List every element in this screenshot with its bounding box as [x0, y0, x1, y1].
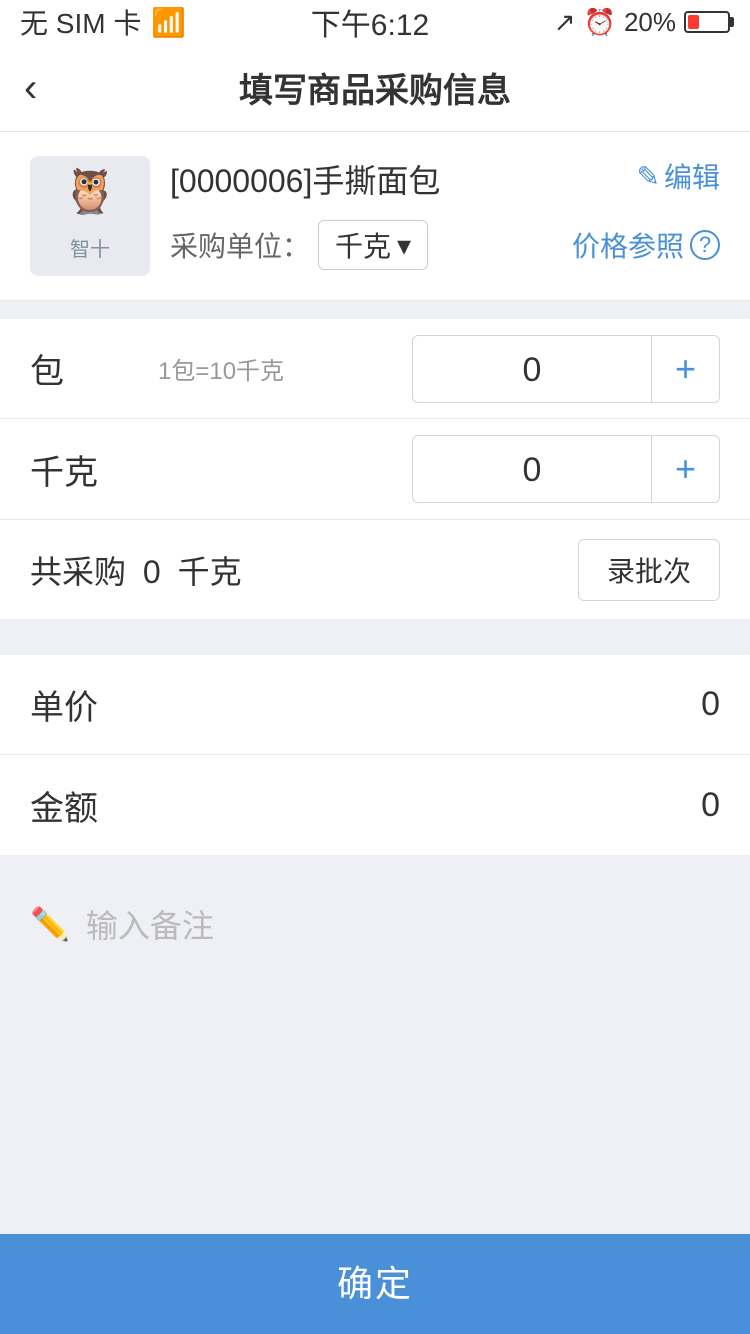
price-ref-button[interactable]: 价格参照 ? — [572, 225, 720, 265]
location-icon: ↗ — [554, 7, 576, 38]
section-divider-2 — [0, 619, 750, 637]
brand-logo: 🦉智十 — [63, 165, 118, 267]
dropdown-icon: ▾ — [397, 229, 411, 262]
kg-number-input[interactable]: 0 — [412, 435, 652, 503]
main-spacer — [0, 975, 750, 1255]
price-ref-help-icon: ? — [690, 230, 720, 260]
unit-price-row: 单价 0 — [0, 655, 750, 755]
battery-percent: 20% — [624, 7, 676, 38]
amount-row: 金额 0 — [0, 755, 750, 855]
bag-number-input[interactable]: 0 — [412, 335, 652, 403]
unit-value: 千克 — [335, 225, 391, 265]
remarks-placeholder: 输入备注 — [86, 901, 214, 947]
product-info: [0000006]手撕面包 ✎ 编辑 采购单位： 千克 ▾ 价格参照 ? — [170, 156, 720, 270]
back-button[interactable]: ‹ — [24, 68, 37, 108]
price-section: 单价 0 金额 0 — [0, 655, 750, 855]
status-left: 无 SIM 卡 📶 — [20, 2, 186, 42]
kg-plus-button[interactable]: + — [652, 435, 720, 503]
status-time: 下午6:12 — [311, 0, 429, 44]
total-summary: 共采购 0 千克 — [30, 547, 242, 593]
status-right: ↗ ⏰ 20% — [554, 7, 730, 38]
unit-price-label: 单价 — [30, 680, 98, 729]
batch-button[interactable]: 录批次 — [578, 539, 720, 601]
pencil-icon: ✏️ — [30, 905, 70, 943]
product-unit-row: 采购单位： 千克 ▾ 价格参照 ? — [170, 220, 720, 270]
remarks-section[interactable]: ✏️ 输入备注 — [0, 873, 750, 975]
product-header: [0000006]手撕面包 ✎ 编辑 — [170, 156, 720, 202]
carrier-label: 无 SIM 卡 — [20, 2, 141, 42]
total-label: 共采购 — [30, 554, 126, 590]
product-card: 🦉智十 [0000006]手撕面包 ✎ 编辑 采购单位： 千克 ▾ 价格参照 ? — [0, 132, 750, 301]
section-divider-1 — [0, 301, 750, 319]
nav-bar: ‹ 填写商品采购信息 — [0, 44, 750, 132]
kg-input-control: 0 + — [150, 435, 720, 503]
kg-input-row: 千克 0 + — [0, 419, 750, 519]
bag-input-row: 包 1包=10千克 0 + — [0, 319, 750, 419]
product-image: 🦉智十 — [30, 156, 150, 276]
alarm-icon: ⏰ — [584, 7, 616, 38]
edit-icon: ✎ — [637, 160, 660, 193]
unit-label: 采购单位： — [170, 225, 310, 265]
unit-select-button[interactable]: 千克 ▾ — [318, 220, 428, 270]
total-row: 共采购 0 千克 录批次 — [0, 519, 750, 619]
status-bar: 无 SIM 卡 📶 下午6:12 ↗ ⏰ 20% — [0, 0, 750, 44]
product-name: [0000006]手撕面包 — [170, 156, 440, 202]
edit-button[interactable]: ✎ 编辑 — [637, 156, 720, 196]
bag-plus-button[interactable]: + — [652, 335, 720, 403]
total-value: 0 — [143, 554, 161, 590]
amount-value: 0 — [701, 786, 720, 825]
battery-bar — [684, 11, 730, 33]
bag-sub-label: 1包=10千克 — [158, 351, 284, 386]
bag-label: 包 — [30, 344, 150, 393]
unit-price-value: 0 — [701, 685, 720, 724]
wifi-icon: 📶 — [151, 6, 186, 39]
quantity-input-section: 包 1包=10千克 0 + 千克 0 + — [0, 319, 750, 519]
battery-fill — [688, 15, 699, 29]
price-ref-label: 价格参照 — [572, 225, 684, 265]
amount-label: 金额 — [30, 781, 98, 830]
page-title: 填写商品采购信息 — [239, 63, 511, 112]
confirm-button[interactable]: 确定 — [0, 1234, 750, 1334]
bag-input-control: 0 + — [284, 335, 720, 403]
total-unit: 千克 — [178, 554, 242, 590]
product-thumbnail: 🦉智十 — [50, 181, 130, 251]
kg-label: 千克 — [30, 445, 150, 494]
